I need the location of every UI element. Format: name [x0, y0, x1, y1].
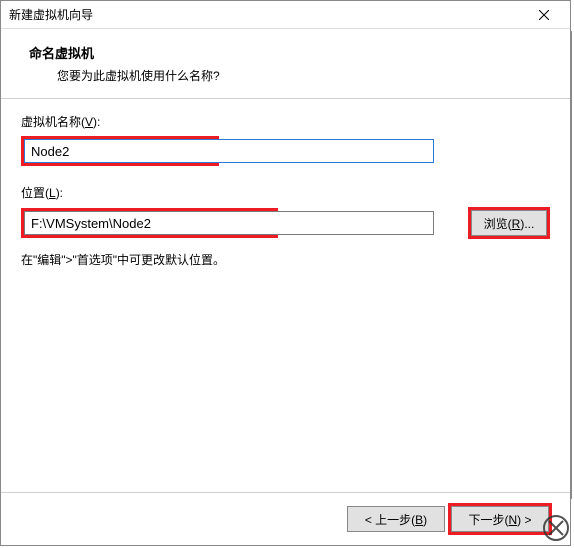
- close-icon: [539, 10, 549, 20]
- window-title: 新建虚拟机向导: [9, 6, 526, 23]
- next-button[interactable]: 下一步(N) >: [451, 506, 549, 532]
- page-subtitle: 您要为此虚拟机使用什么名称?: [57, 67, 550, 84]
- watermark: 创新互联: [542, 514, 574, 542]
- titlebar: 新建虚拟机向导: [1, 1, 570, 29]
- scrollbar-edge: [570, 31, 572, 499]
- watermark-logo-icon: [542, 514, 570, 542]
- next-highlight: 下一步(N) >: [448, 503, 552, 535]
- location-input[interactable]: [24, 211, 434, 235]
- page-title: 命名虚拟机: [29, 43, 550, 62]
- browse-button[interactable]: 浏览(R)...: [471, 210, 547, 236]
- content-area: 虚拟机名称(V): 位置(L): 浏览(R)... 在"编辑">"首选项"中可更…: [1, 99, 570, 282]
- vm-name-input[interactable]: [24, 139, 434, 163]
- wizard-header: 命名虚拟机 您要为此虚拟机使用什么名称?: [1, 29, 570, 99]
- browse-highlight: 浏览(R)...: [468, 207, 550, 239]
- location-highlight: [21, 208, 278, 238]
- vm-name-highlight: [21, 136, 219, 166]
- location-row: 浏览(R)...: [21, 207, 550, 239]
- hint-text: 在"编辑">"首选项"中可更改默认位置。: [21, 251, 550, 268]
- vm-name-label: 虚拟机名称(V):: [21, 113, 550, 130]
- back-button[interactable]: < 上一步(B): [347, 506, 445, 532]
- close-button[interactable]: [526, 3, 562, 27]
- wizard-dialog: 新建虚拟机向导 命名虚拟机 您要为此虚拟机使用什么名称? 虚拟机名称(V): 位…: [0, 0, 571, 546]
- location-label: 位置(L):: [21, 184, 550, 201]
- wizard-footer: < 上一步(B) 下一步(N) >: [1, 492, 570, 545]
